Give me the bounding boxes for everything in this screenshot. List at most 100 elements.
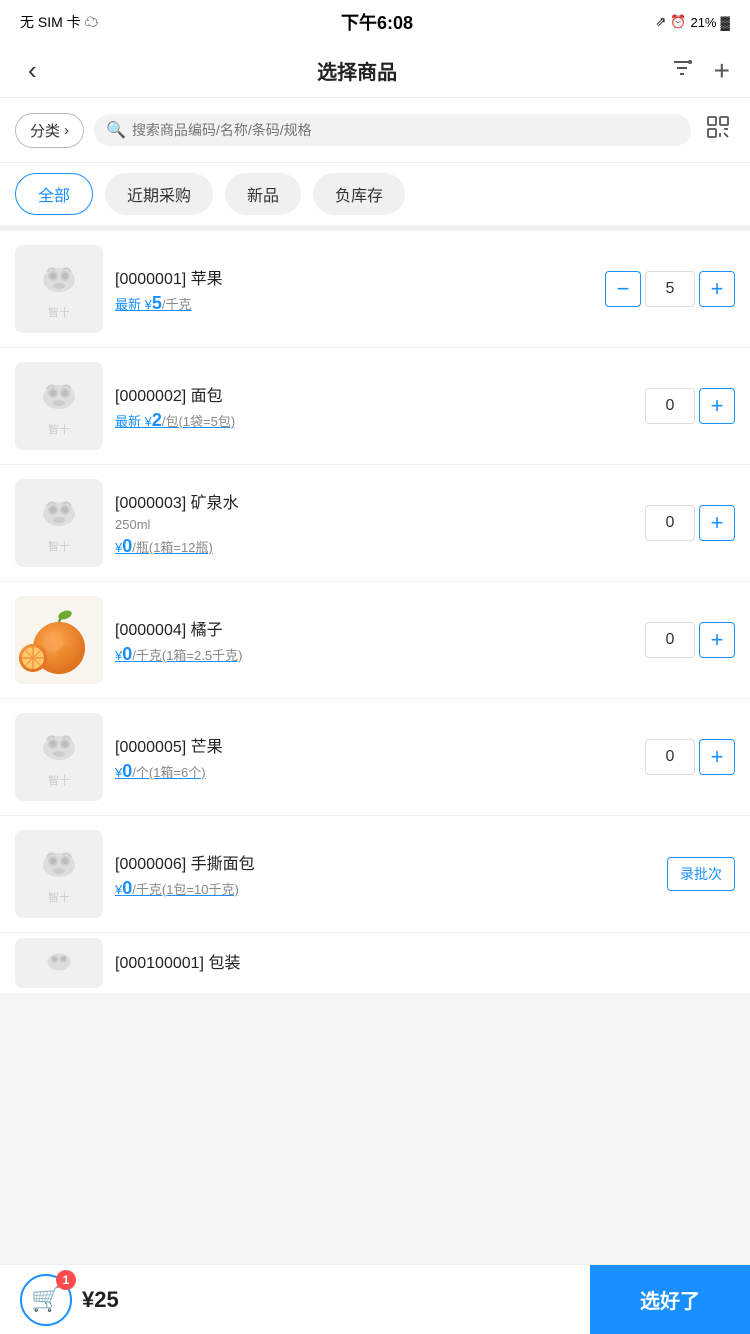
scan-icon[interactable] <box>701 110 735 150</box>
brand-text: 智十 <box>48 421 70 437</box>
location-icon: ⇗ <box>655 14 666 30</box>
nav-actions: + <box>670 55 730 87</box>
status-bar: 无 SIM 卡 ☁ 下午6:08 ⇗ ⏰ 21% ▓ <box>0 0 750 44</box>
search-area: 分类 › 🔍 <box>0 98 750 163</box>
add-icon[interactable]: + <box>714 55 730 87</box>
product-item: 智十 [0000003] 矿泉水 250ml ¥0/瓶(1箱=12瓶) + <box>0 465 750 582</box>
filter-icon[interactable] <box>670 56 694 86</box>
category-arrow: › <box>64 122 69 139</box>
qty-input-4[interactable] <box>645 739 695 775</box>
product-item: 智十 [0000006] 手撕面包 ¥0/千克(1包=10千克) 录批次 <box>0 816 750 933</box>
brand-text: 智十 <box>48 304 70 320</box>
tab-recent[interactable]: 近期采购 <box>105 173 213 215</box>
product-item: 智十 [0000001] 苹果 最新 ¥5/千克 − + <box>0 231 750 348</box>
status-right: ⇗ ⏰ 21% ▓ <box>655 14 730 30</box>
product-price-3: ¥0/千克(1箱=2.5千克) <box>115 644 633 665</box>
owl-icon <box>39 375 79 419</box>
back-button[interactable]: ‹ <box>20 47 45 94</box>
product-image-2: 智十 <box>15 479 103 567</box>
batch-button-5[interactable]: 录批次 <box>667 857 735 891</box>
cart-badge: 1 <box>56 1270 76 1290</box>
plus-button-4[interactable]: + <box>699 739 735 775</box>
qty-input-3[interactable] <box>645 622 695 658</box>
plus-button-0[interactable]: + <box>699 271 735 307</box>
product-item: 智十 [0000005] 芒果 ¥0/个(1箱=6个) + <box>0 699 750 816</box>
cart-icon: 🛒 <box>31 1285 61 1314</box>
product-image-0: 智十 <box>15 245 103 333</box>
product-info-2: [0000003] 矿泉水 250ml ¥0/瓶(1箱=12瓶) <box>115 489 633 557</box>
cart-section: 🛒 1 ¥25 <box>0 1274 590 1326</box>
product-price-2: ¥0/瓶(1箱=12瓶) <box>115 536 633 557</box>
qty-control-3: + <box>645 622 735 658</box>
product-name-2: [0000003] 矿泉水 <box>115 489 633 513</box>
battery-level: 21% <box>690 15 716 30</box>
brand-text: 智十 <box>48 538 70 554</box>
product-price-4: ¥0/个(1箱=6个) <box>115 761 633 782</box>
product-info-4: [0000005] 芒果 ¥0/个(1箱=6个) <box>115 733 633 782</box>
product-info-3: [0000004] 橘子 ¥0/千克(1箱=2.5千克) <box>115 616 633 665</box>
product-name-5: [0000006] 手撕面包 <box>115 850 655 874</box>
owl-icon <box>39 843 79 887</box>
owl-icon <box>39 726 79 770</box>
qty-control-5: 录批次 <box>667 857 735 891</box>
tab-new[interactable]: 新品 <box>225 173 301 215</box>
battery-icon: ▓ <box>721 15 730 30</box>
cart-total: ¥25 <box>82 1287 119 1313</box>
product-info-0: [0000001] 苹果 最新 ¥5/千克 <box>115 265 593 314</box>
qty-control-0: − + <box>605 271 735 307</box>
cart-button[interactable]: 🛒 1 <box>20 1274 72 1326</box>
product-item: [0000004] 橘子 ¥0/千克(1箱=2.5千克) + <box>0 582 750 699</box>
category-label: 分类 <box>30 120 60 141</box>
product-image-4: 智十 <box>15 713 103 801</box>
product-image-1: 智十 <box>15 362 103 450</box>
product-price-0: 最新 ¥5/千克 <box>115 293 593 314</box>
owl-icon <box>39 492 79 536</box>
product-image-3 <box>15 596 103 684</box>
status-left: 无 SIM 卡 ☁ <box>20 12 99 32</box>
product-price-1: 最新 ¥2/包(1袋=5包) <box>115 410 633 431</box>
tab-all[interactable]: 全部 <box>15 173 93 215</box>
plus-button-1[interactable]: + <box>699 388 735 424</box>
confirm-button[interactable]: 选好了 <box>590 1265 750 1334</box>
product-name-4: [0000005] 芒果 <box>115 733 633 757</box>
nav-bar: ‹ 选择商品 + <box>0 44 750 98</box>
plus-button-3[interactable]: + <box>699 622 735 658</box>
product-info-partial: [000100001] 包装 <box>115 949 735 977</box>
sim-status: 无 SIM 卡 ☁ <box>20 12 99 32</box>
page-title: 选择商品 <box>317 56 397 85</box>
alarm-icon: ⏰ <box>670 14 686 30</box>
product-name-partial: [000100001] 包装 <box>115 949 735 973</box>
status-time: 下午6:08 <box>341 9 413 35</box>
product-name-0: [0000001] 苹果 <box>115 265 593 289</box>
qty-input-0[interactable] <box>645 271 695 307</box>
product-image-5: 智十 <box>15 830 103 918</box>
owl-icon <box>39 258 79 302</box>
category-button[interactable]: 分类 › <box>15 113 84 148</box>
product-item-partial: [000100001] 包装 <box>0 933 750 993</box>
product-list: 智十 [0000001] 苹果 最新 ¥5/千克 − + <box>0 231 750 993</box>
search-input-wrapper: 🔍 <box>94 114 691 146</box>
qty-control-4: + <box>645 739 735 775</box>
tab-negative-stock[interactable]: 负库存 <box>313 173 405 215</box>
product-item: 智十 [0000002] 面包 最新 ¥2/包(1袋=5包) + <box>0 348 750 465</box>
bottom-bar: 🛒 1 ¥25 选好了 <box>0 1264 750 1334</box>
product-name-1: [0000002] 面包 <box>115 382 633 406</box>
minus-button-0[interactable]: − <box>605 271 641 307</box>
filter-tabs: 全部 近期采购 新品 负库存 <box>0 163 750 231</box>
product-image-partial <box>15 938 103 988</box>
search-input[interactable] <box>132 122 679 138</box>
product-name-3: [0000004] 橘子 <box>115 616 633 640</box>
plus-button-2[interactable]: + <box>699 505 735 541</box>
brand-text: 智十 <box>48 772 70 788</box>
search-icon: 🔍 <box>106 120 126 140</box>
qty-control-2: + <box>645 505 735 541</box>
product-info-5: [0000006] 手撕面包 ¥0/千克(1包=10千克) <box>115 850 655 899</box>
qty-input-1[interactable] <box>645 388 695 424</box>
product-spec-2: 250ml <box>115 517 633 532</box>
owl-icon <box>44 946 74 980</box>
qty-control-1: + <box>645 388 735 424</box>
qty-input-2[interactable] <box>645 505 695 541</box>
brand-text: 智十 <box>48 889 70 905</box>
product-info-1: [0000002] 面包 最新 ¥2/包(1袋=5包) <box>115 382 633 431</box>
product-price-5: ¥0/千克(1包=10千克) <box>115 878 655 899</box>
